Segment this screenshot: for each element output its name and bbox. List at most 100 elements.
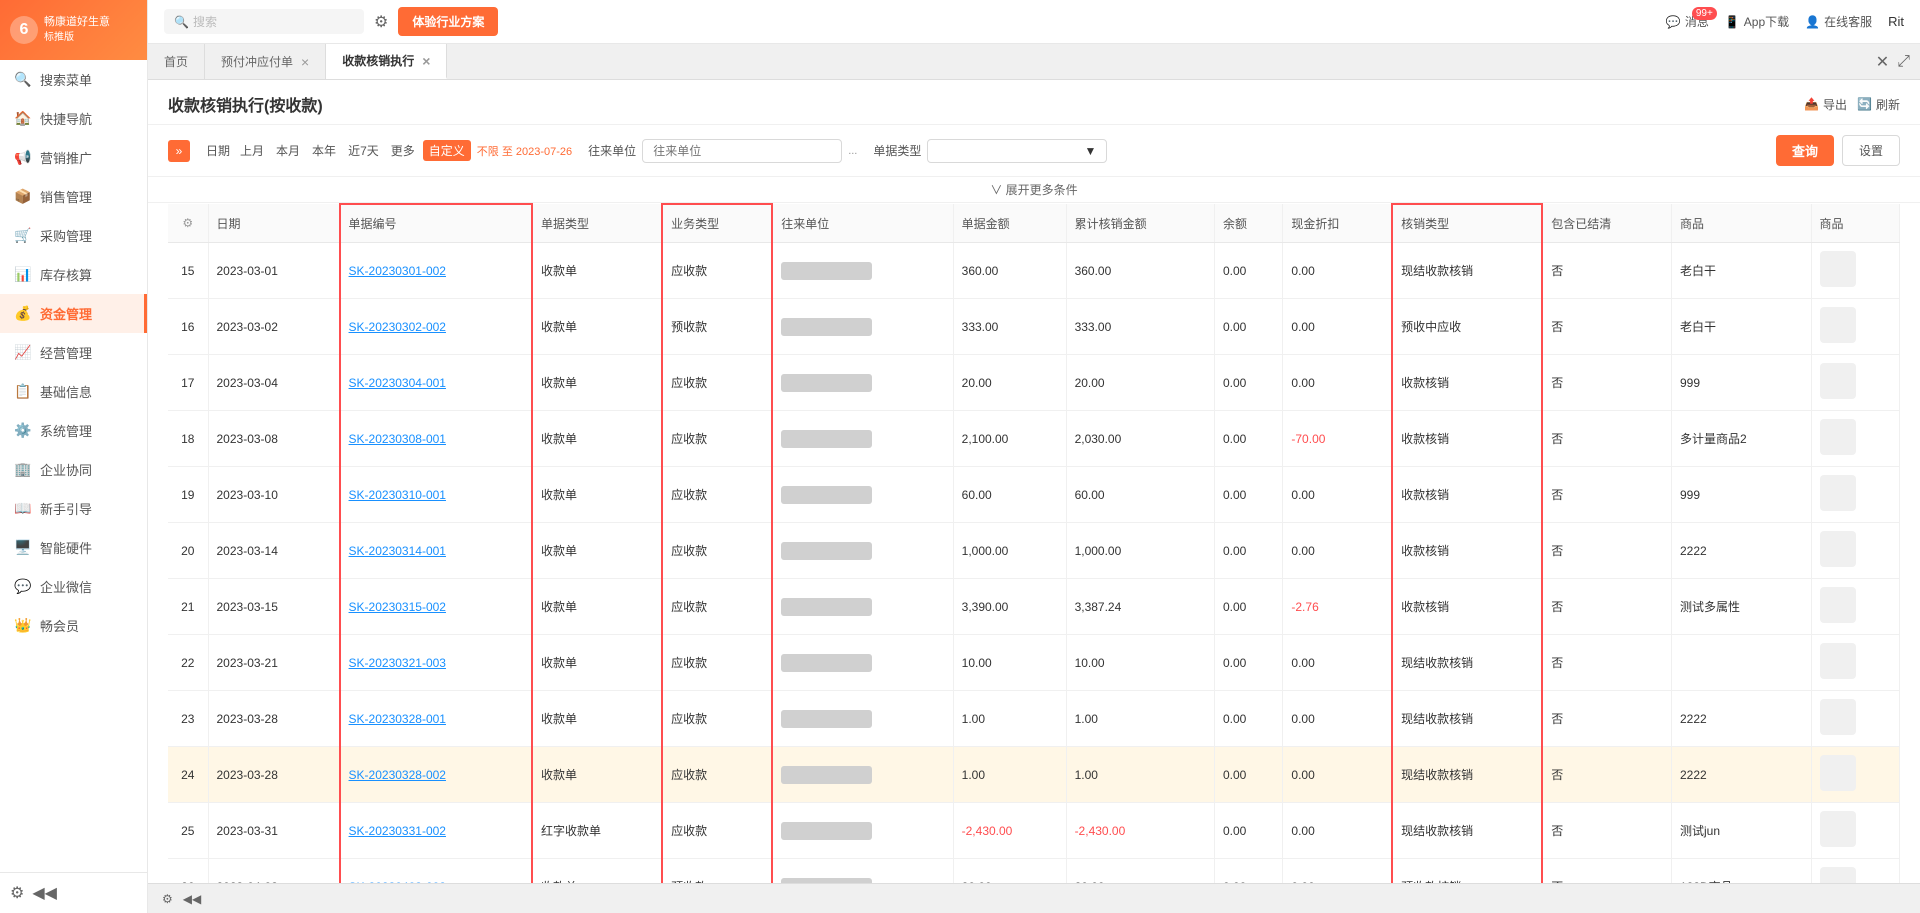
hardware-icon: 🖥️ xyxy=(14,539,32,556)
sidebar-item-marketing[interactable]: 📢营销推广 xyxy=(0,138,147,177)
row-amount: 1.00 xyxy=(953,747,1066,803)
close-all-tabs-icon[interactable]: ✕ xyxy=(1876,52,1889,72)
sidebar-item-operation[interactable]: 📈经营管理 xyxy=(0,333,147,372)
row-biztype: 应收款 xyxy=(662,355,772,411)
row-docno[interactable]: SK-20230331-002 xyxy=(340,803,532,859)
footer-left-icon[interactable]: ◀◀ xyxy=(183,892,201,906)
solution-button[interactable]: 体验行业方案 xyxy=(398,7,498,36)
table-settings-icon[interactable]: ⚙ xyxy=(182,216,193,230)
doc-link[interactable]: SK-20230328-002 xyxy=(349,768,446,782)
col-header-0: ⚙ xyxy=(168,204,208,243)
filter-bar: » 日期 上月本月本年近7天更多自定义 不限 至 2023-07-26 往来单位… xyxy=(148,125,1920,177)
doc-link[interactable]: SK-20230328-001 xyxy=(349,712,446,726)
row-biztype: 预收款 xyxy=(662,859,772,884)
sidebar-item-sales[interactable]: 📦销售管理 xyxy=(0,177,147,216)
logo-text: 畅康道好生意 标推版 xyxy=(44,15,110,44)
tab-home[interactable]: 首页 xyxy=(148,44,205,79)
row-product-img xyxy=(1811,635,1899,691)
export-button[interactable]: 📤 导出 xyxy=(1804,96,1847,113)
row-doctype: 收款单 xyxy=(532,299,662,355)
tab-receipt-cancel[interactable]: 收款核销执行× xyxy=(326,44,447,79)
row-cancel-type: 收款核销 xyxy=(1392,411,1542,467)
doc-link[interactable]: SK-20230310-001 xyxy=(349,488,446,502)
row-product1 xyxy=(1671,635,1811,691)
row-doctype: 红字收款单 xyxy=(532,803,662,859)
message-icon: 💬 xyxy=(1666,15,1681,29)
app-download[interactable]: 📱 App下载 xyxy=(1725,13,1789,30)
row-docno[interactable]: SK-20230321-003 xyxy=(340,635,532,691)
row-docno[interactable]: SK-20230315-002 xyxy=(340,579,532,635)
expand-conditions[interactable]: ∨ 展开更多条件 xyxy=(148,177,1920,203)
sidebar-item-enterprise[interactable]: 🏢企业协同 xyxy=(0,450,147,489)
doc-link[interactable]: SK-20230304-001 xyxy=(349,376,446,390)
date-option-上月[interactable]: 上月 xyxy=(236,140,268,161)
sidebar-item-guide[interactable]: 📖新手引导 xyxy=(0,489,147,528)
date-option-近7天[interactable]: 近7天 xyxy=(344,140,383,161)
counterpart-filter: 往来单位 ... xyxy=(588,139,857,163)
row-doctype: 收款单 xyxy=(532,747,662,803)
row-cancel-type: 现结收款核销 xyxy=(1392,635,1542,691)
refresh-button[interactable]: 🔄 刷新 xyxy=(1857,96,1900,113)
row-docno[interactable]: SK-20230302-002 xyxy=(340,299,532,355)
sidebar-item-search[interactable]: 🔍搜索菜单 xyxy=(0,60,147,99)
counterpart-input[interactable] xyxy=(642,139,842,163)
topbar-search[interactable]: 🔍 搜索 xyxy=(164,9,364,34)
collapse-icon[interactable]: ◀◀ xyxy=(32,883,57,903)
filter-settings-button[interactable]: 设置 xyxy=(1842,135,1900,166)
sidebar-item-finance[interactable]: 💰资金管理 xyxy=(0,294,147,333)
row-docno[interactable]: SK-20230310-001 xyxy=(340,467,532,523)
tab-close-receipt-cancel[interactable]: × xyxy=(422,53,430,69)
row-no: 26 xyxy=(168,859,208,884)
date-option-custom[interactable]: 自定义 xyxy=(423,140,471,161)
sidebar-item-shortcut[interactable]: 🏠快捷导航 xyxy=(0,99,147,138)
filter-toggle[interactable]: » xyxy=(168,140,190,162)
sidebar-item-system[interactable]: ⚙️系统管理 xyxy=(0,411,147,450)
row-docno[interactable]: SK-20230314-001 xyxy=(340,523,532,579)
doc-link[interactable]: SK-20230314-001 xyxy=(349,544,446,558)
more-options[interactable]: ... xyxy=(848,145,857,157)
row-counterpart: ██████ xyxy=(772,355,953,411)
date-option-本月[interactable]: 本月 xyxy=(272,140,304,161)
tab-close-payable[interactable]: × xyxy=(301,54,309,70)
sidebar-item-purchase[interactable]: 🛒采购管理 xyxy=(0,216,147,255)
sidebar-item-inventory[interactable]: 📊库存核算 xyxy=(0,255,147,294)
expand-tabs-icon[interactable]: ⤢ xyxy=(1897,53,1910,71)
online-service[interactable]: 👤 在线客服 xyxy=(1805,13,1872,30)
sidebar-item-basic[interactable]: 📋基础信息 xyxy=(0,372,147,411)
query-button[interactable]: 查询 xyxy=(1776,135,1834,166)
settings-bottom-icon[interactable]: ⚙ xyxy=(10,883,24,903)
page-actions: 📤 导出 🔄 刷新 xyxy=(1804,96,1900,113)
doc-link[interactable]: SK-20230302-002 xyxy=(349,320,446,334)
row-docno[interactable]: SK-20230301-002 xyxy=(340,243,532,299)
row-cancel-type: 现结收款核销 xyxy=(1392,803,1542,859)
row-docno[interactable]: SK-20230304-001 xyxy=(340,355,532,411)
row-docno[interactable]: SK-20230328-001 xyxy=(340,691,532,747)
doc-link[interactable]: SK-20230315-002 xyxy=(349,600,446,614)
row-product-img xyxy=(1811,299,1899,355)
sidebar-item-member[interactable]: 👑畅会员 xyxy=(0,606,147,645)
message-badge[interactable]: 💬 消息 99+ xyxy=(1666,13,1709,30)
footer-settings-icon[interactable]: ⚙ xyxy=(162,892,173,906)
col-header-10: 核销类型 xyxy=(1392,204,1542,243)
row-include-cleared: 否 xyxy=(1542,243,1671,299)
product-image xyxy=(1820,867,1856,883)
topbar-settings-icon[interactable]: ⚙ xyxy=(374,12,388,32)
doc-type-select[interactable]: ▼ xyxy=(927,139,1107,163)
row-cancel-type: 现结收款核销 xyxy=(1392,243,1542,299)
row-docno[interactable]: SK-20230403-002 xyxy=(340,859,532,884)
date-option-更多[interactable]: 更多 xyxy=(387,140,419,161)
user-avatar[interactable]: Rit xyxy=(1888,14,1904,29)
tab-payable[interactable]: 预付冲应付单× xyxy=(205,44,326,79)
row-docno[interactable]: SK-20230308-001 xyxy=(340,411,532,467)
doc-link[interactable]: SK-20230321-003 xyxy=(349,656,446,670)
row-counterpart: ██████ xyxy=(772,859,953,884)
date-option-本年[interactable]: 本年 xyxy=(308,140,340,161)
row-counterpart: ██████ xyxy=(772,691,953,747)
sidebar-item-wechat[interactable]: 💬企业微信 xyxy=(0,567,147,606)
doc-link[interactable]: SK-20230331-002 xyxy=(349,824,446,838)
sidebar-item-hardware[interactable]: 🖥️智能硬件 xyxy=(0,528,147,567)
doc-link[interactable]: SK-20230308-001 xyxy=(349,432,446,446)
doc-link[interactable]: SK-20230301-002 xyxy=(349,264,446,278)
row-docno[interactable]: SK-20230328-002 xyxy=(340,747,532,803)
row-product1: 123D商品 xyxy=(1671,859,1811,884)
